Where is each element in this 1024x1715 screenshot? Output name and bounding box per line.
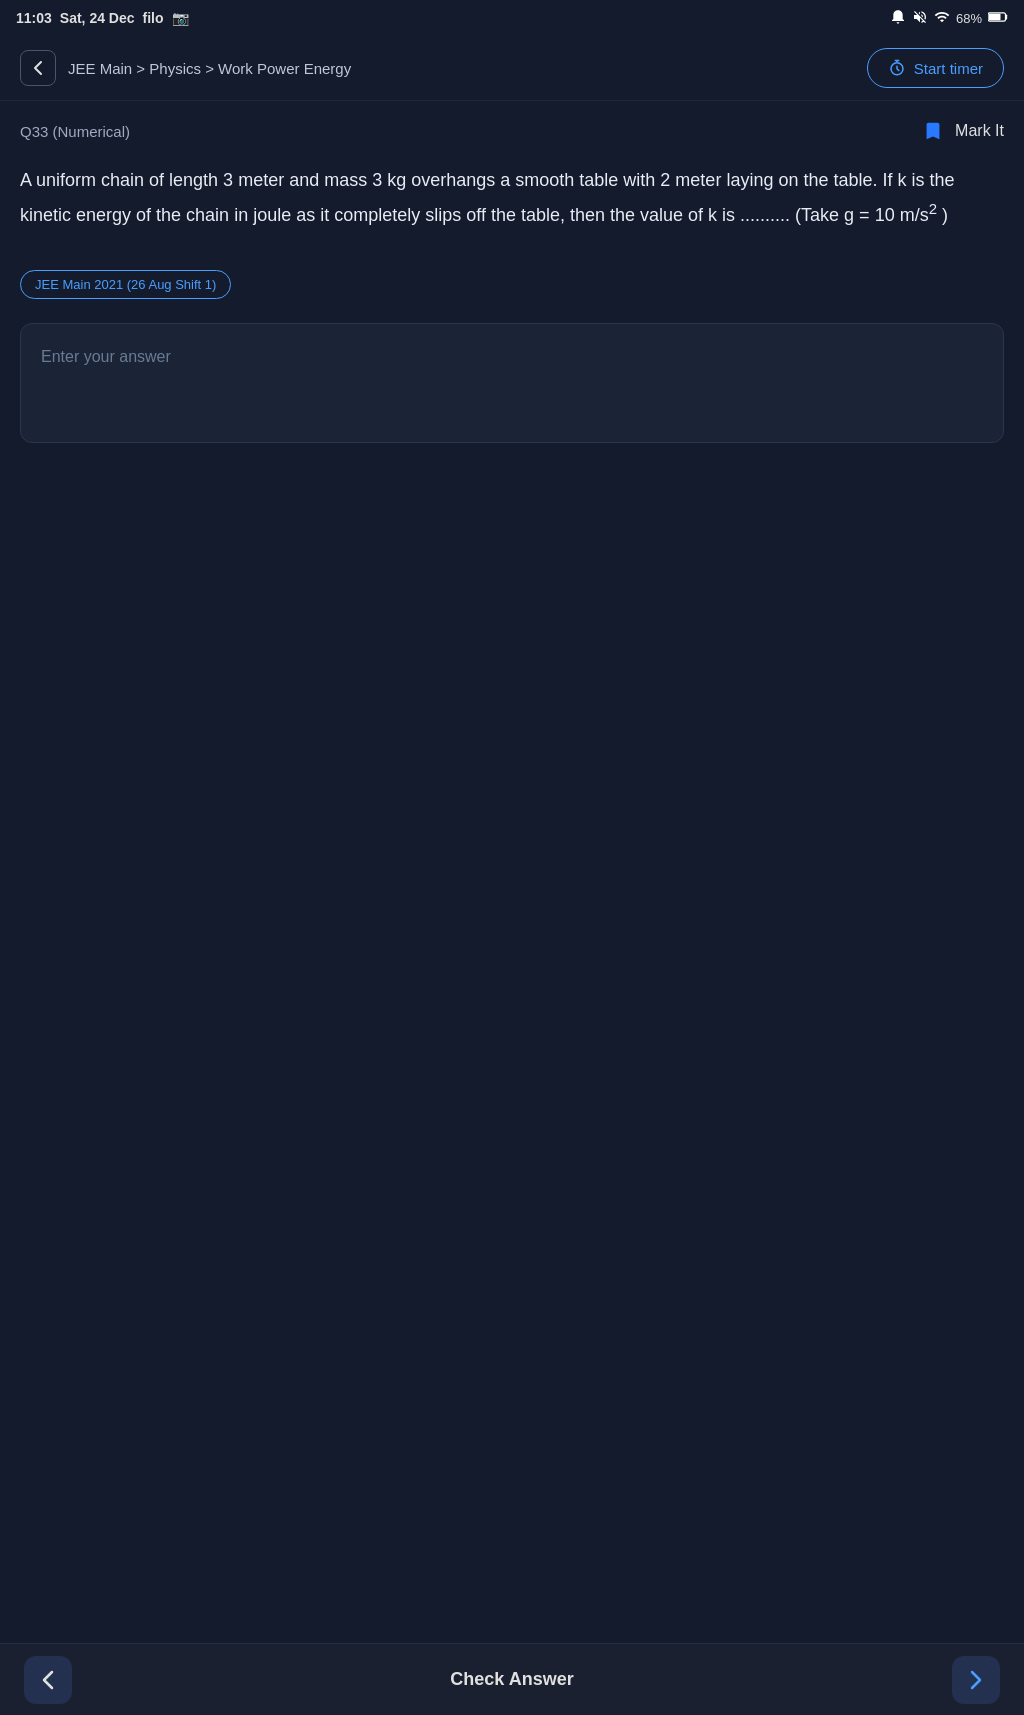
nav-left: JEE Main > Physics > Work Power Energy <box>20 50 351 86</box>
app-name: filo <box>143 10 164 26</box>
time: 11:03 <box>16 10 52 26</box>
answer-section <box>0 299 1024 471</box>
battery-text: 68% <box>956 11 982 26</box>
alarm-icon <box>890 9 906 28</box>
mark-it-button[interactable]: Mark It <box>919 117 1004 145</box>
next-button[interactable] <box>952 1656 1000 1704</box>
breadcrumb: JEE Main > Physics > Work Power Energy <box>68 60 351 77</box>
question-content: A uniform chain of length 3 meter and ma… <box>0 153 1024 250</box>
tag-container: JEE Main 2021 (26 Aug Shift 1) <box>0 270 1024 299</box>
navigation-bar: JEE Main > Physics > Work Power Energy S… <box>0 36 1024 101</box>
bottom-bar: Check Answer <box>0 1643 1024 1715</box>
timer-icon <box>888 59 906 77</box>
prev-button[interactable] <box>24 1656 72 1704</box>
bookmark-icon <box>919 117 947 145</box>
question-tag: JEE Main 2021 (26 Aug Shift 1) <box>20 270 231 299</box>
check-answer-button[interactable]: Check Answer <box>450 1669 573 1690</box>
mute-icon <box>912 9 928 28</box>
battery-icon <box>988 11 1008 26</box>
svg-rect-1 <box>989 13 1001 20</box>
question-header: Q33 (Numerical) Mark It <box>0 101 1024 153</box>
start-timer-label: Start timer <box>914 60 983 77</box>
status-bar: 11:03 Sat, 24 Dec filo 📷 68% <box>0 0 1024 36</box>
date: Sat, 24 Dec <box>60 10 135 26</box>
back-button[interactable] <box>20 50 56 86</box>
camera-icon: 📷 <box>172 10 189 26</box>
start-timer-button[interactable]: Start timer <box>867 48 1004 88</box>
status-bar-left: 11:03 Sat, 24 Dec filo 📷 <box>16 10 189 26</box>
answer-input[interactable] <box>20 323 1004 443</box>
check-answer-label: Check Answer <box>450 1669 573 1689</box>
status-bar-right: 68% <box>890 9 1008 28</box>
signal-icon <box>934 9 950 28</box>
mark-it-label: Mark It <box>955 122 1004 140</box>
question-text: A uniform chain of length 3 meter and ma… <box>20 165 1004 230</box>
question-label: Q33 (Numerical) <box>20 123 130 140</box>
